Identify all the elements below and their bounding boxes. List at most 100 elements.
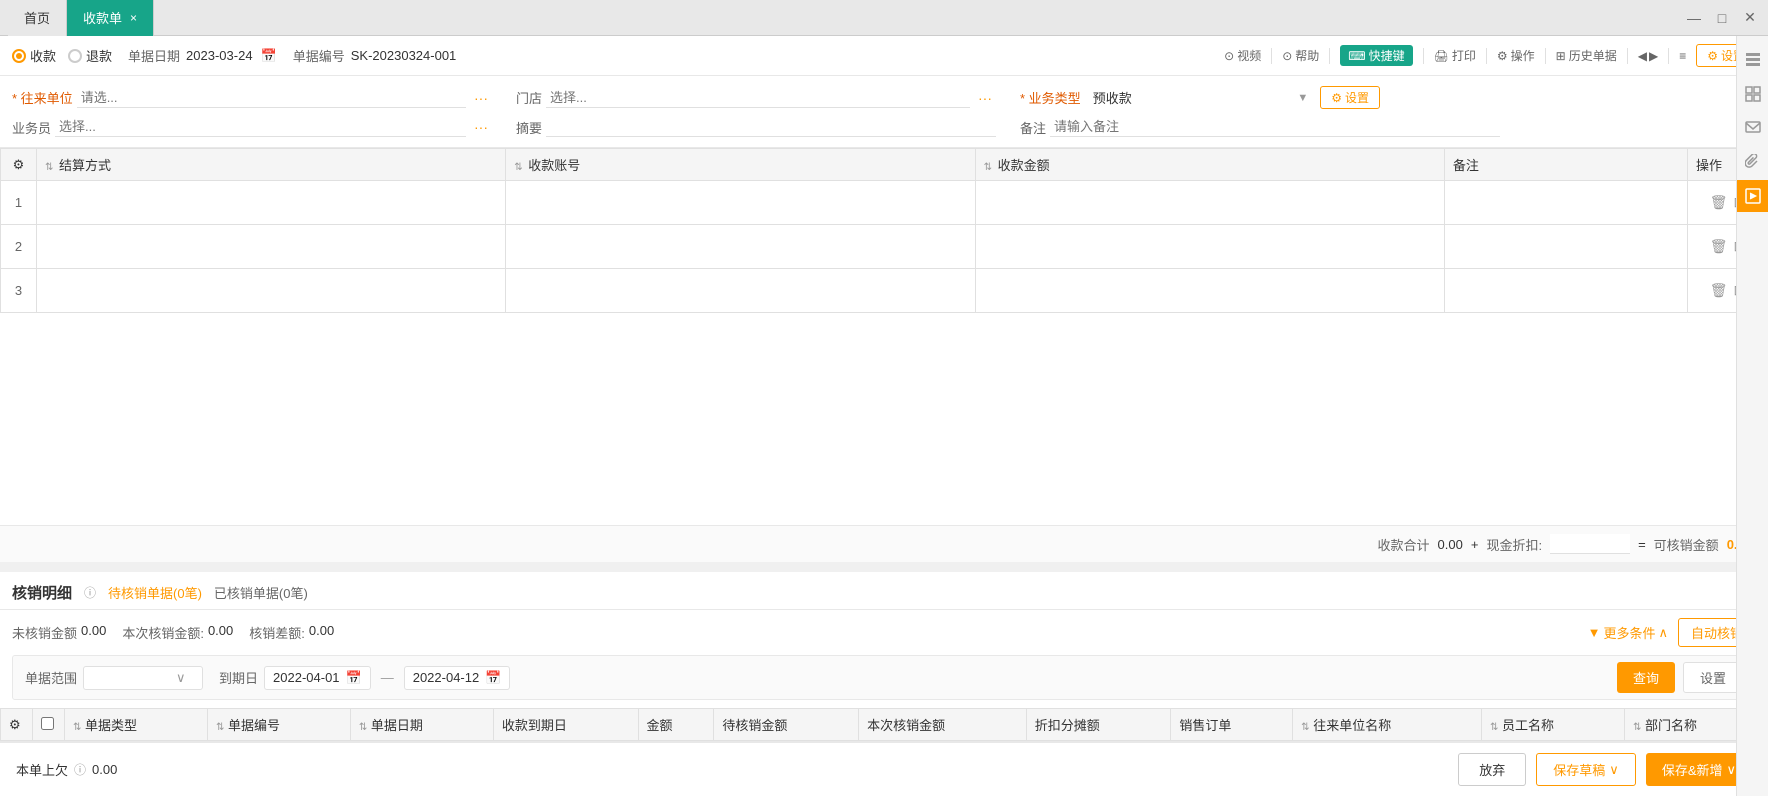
row-3-account[interactable]: [506, 269, 975, 313]
radio-tuikuan[interactable]: 退款: [68, 46, 112, 65]
col-discount-label: 折扣分摊额: [1035, 718, 1100, 733]
tab-current[interactable]: 收款单 ×: [67, 0, 154, 36]
table-row: 2 🗑 ⊞: [1, 225, 1768, 269]
row-2-amount[interactable]: [975, 225, 1444, 269]
tab-home-label: 首页: [24, 8, 50, 27]
date-start[interactable]: 2022-04-01 📅: [264, 666, 371, 690]
tab-done[interactable]: 已核销单据(0笔): [214, 583, 308, 602]
print-button[interactable]: 🖨 打印: [1434, 47, 1476, 64]
sidebar-icon-4[interactable]: [1737, 146, 1768, 178]
biztype-field: 业务类型 预收款 ▼ ⚙ 设置: [1020, 86, 1380, 109]
range-select[interactable]: ∨: [83, 666, 203, 690]
summary-row: 收款合计 0.00 + 现金折扣: = 可核销金额 0.00: [0, 525, 1768, 562]
calendar-icon[interactable]: 📅: [261, 48, 277, 64]
biz-settings-button[interactable]: ⚙ 设置: [1320, 86, 1380, 109]
row-3-note[interactable]: [1444, 269, 1687, 313]
verify-title: 核销明细: [12, 582, 72, 603]
operation-button[interactable]: ⚙ 操作: [1497, 47, 1535, 64]
tab-current-label: 收款单: [83, 8, 122, 27]
history-icon: ⊞: [1556, 49, 1566, 63]
prev-arrow[interactable]: ◀: [1638, 49, 1647, 63]
calendar-start-icon[interactable]: 📅: [346, 670, 362, 686]
bill-no-value: SK-20230324-001: [351, 48, 457, 63]
salesperson-more-icon[interactable]: ···: [470, 119, 492, 135]
col-pending-label: 待核销金额: [722, 718, 787, 733]
row-2-settle[interactable]: [37, 225, 506, 269]
history-button[interactable]: ⊞ 历史单据: [1556, 47, 1617, 64]
row-2-account[interactable]: [506, 225, 975, 269]
col-bill-date-label: 单据日期: [371, 718, 423, 733]
abandon-button[interactable]: 放弃: [1458, 753, 1526, 786]
row-3-num: 3: [1, 269, 37, 313]
salesperson-input[interactable]: [55, 117, 466, 137]
close-icon[interactable]: ×: [130, 11, 137, 25]
query-button[interactable]: 查询: [1617, 662, 1675, 693]
due-date-field: 到期日 2022-04-01 📅 — 2022-04-12 📅: [219, 666, 510, 690]
calendar-end-icon[interactable]: 📅: [485, 670, 501, 686]
bill-date-field: 单据日期 2023-03-24 📅: [128, 46, 277, 65]
verify-info-icon[interactable]: ⓘ: [84, 584, 96, 601]
due-date-label: 到期日: [219, 668, 258, 687]
date-end[interactable]: 2022-04-12 📅: [404, 666, 511, 690]
biztype-arrow-icon[interactable]: ▼: [1297, 92, 1308, 104]
footer-info-icon[interactable]: ⓘ: [74, 761, 86, 778]
summary-field: 摘要: [516, 117, 996, 137]
col-account-header: ⇅ 收款账号: [506, 149, 975, 181]
bottom-table-wrapper[interactable]: ⚙ ⇅ 单据类型 ⇅ 单据编号 ⇅ 单据日期: [0, 708, 1768, 741]
shortcut-button[interactable]: ⌨ 快捷键: [1340, 45, 1412, 66]
table-section: ⚙ ⇅ 结算方式 ⇅ 收款账号 ⇅ 收款金额: [0, 148, 1768, 562]
col-company-header: ⇅ 往来单位名称: [1293, 709, 1482, 741]
note-field: 备注: [1020, 117, 1500, 137]
row-3-delete-icon[interactable]: 🗑: [1710, 282, 1728, 299]
row-3-amount[interactable]: [975, 269, 1444, 313]
discount-input[interactable]: [1550, 534, 1630, 554]
company-input[interactable]: [77, 88, 466, 108]
filter-icon: ▼: [1588, 625, 1601, 640]
help-button[interactable]: ⊙ 帮助: [1282, 47, 1319, 64]
menu-icon[interactable]: ≡: [1679, 49, 1686, 63]
select-all-checkbox[interactable]: [41, 717, 54, 730]
radio-shoukuan-dot: [12, 49, 26, 63]
sidebar-icon-2[interactable]: [1737, 78, 1768, 110]
row-1-note[interactable]: [1444, 181, 1687, 225]
biz-settings-label: 设置: [1345, 89, 1369, 106]
unverified-val: 0.00: [81, 623, 106, 642]
current-verify-stat: 本次核销金额: 0.00: [122, 623, 233, 642]
table-wrapper[interactable]: ⚙ ⇅ 结算方式 ⇅ 收款账号 ⇅ 收款金额: [0, 148, 1768, 525]
next-arrow[interactable]: ▶: [1649, 49, 1658, 63]
filter-buttons: 查询 设置: [1617, 662, 1743, 693]
col-gear-bottom[interactable]: ⚙: [1, 709, 33, 741]
sidebar-icon-5[interactable]: [1737, 180, 1768, 212]
filter-settings-button[interactable]: 设置: [1683, 662, 1743, 693]
unverified-label: 未核销金额: [12, 623, 77, 642]
col-amount-label: 收款金额: [998, 158, 1050, 173]
store-input[interactable]: [546, 88, 970, 108]
row-1-delete-icon[interactable]: 🗑: [1710, 194, 1728, 211]
save-draft-button[interactable]: 保存草稿 ∨: [1536, 753, 1636, 786]
radio-shoukuan[interactable]: 收款: [12, 46, 56, 65]
minimize-button[interactable]: —: [1684, 8, 1704, 28]
summary-input[interactable]: [546, 117, 996, 137]
maximize-button[interactable]: □: [1712, 8, 1732, 28]
tab-pending[interactable]: 待核销单据(0笔): [108, 583, 202, 602]
row-3-settle[interactable]: [37, 269, 506, 313]
col-staff-label: 员工名称: [1502, 718, 1554, 733]
company-more-icon[interactable]: ···: [470, 90, 492, 106]
store-more-icon[interactable]: ···: [974, 90, 996, 106]
video-button[interactable]: ⊙ 视频: [1224, 47, 1261, 64]
bill-date-value: 2023-03-24: [186, 48, 253, 63]
tab-home[interactable]: 首页: [8, 0, 67, 36]
more-filter-button[interactable]: ▼ 更多条件 ∧: [1588, 623, 1668, 642]
row-1-amount[interactable]: [975, 181, 1444, 225]
sidebar-icon-3[interactable]: [1737, 112, 1768, 144]
row-1-account[interactable]: [506, 181, 975, 225]
col-checkbox[interactable]: [33, 709, 65, 741]
col-gear[interactable]: ⚙: [1, 149, 37, 181]
save-draft-chevron-icon: ∨: [1609, 762, 1619, 778]
row-2-note[interactable]: [1444, 225, 1687, 269]
row-2-delete-icon[interactable]: 🗑: [1710, 238, 1728, 255]
close-window-button[interactable]: ✕: [1740, 8, 1760, 28]
row-1-settle[interactable]: [37, 181, 506, 225]
note-input[interactable]: [1050, 117, 1500, 137]
sidebar-icon-1[interactable]: [1737, 44, 1768, 76]
